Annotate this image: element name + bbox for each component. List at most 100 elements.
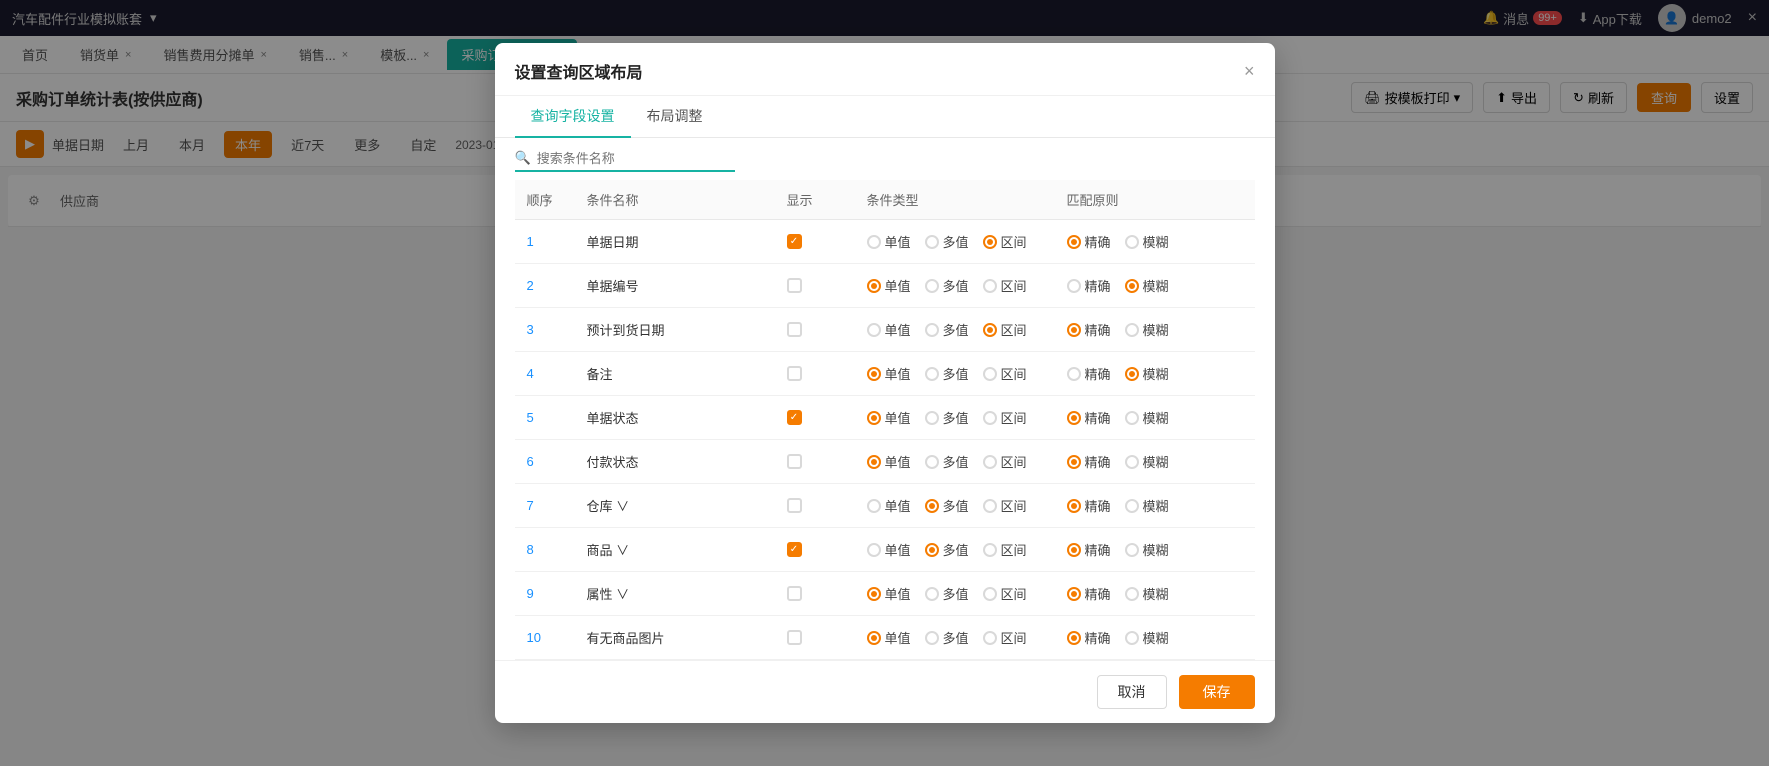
- type-radio-区间-7[interactable]: 区间: [983, 496, 1027, 515]
- type-radio-单值-9[interactable]: 单值: [867, 584, 911, 603]
- type-radio-区间-3[interactable]: 区间: [983, 320, 1027, 339]
- radio-label-单值: 单值: [885, 320, 911, 339]
- type-radio-多值-1[interactable]: 多值: [925, 232, 969, 251]
- row-display-3[interactable]: [775, 314, 855, 345]
- match-radio-精确-4[interactable]: 精确: [1067, 364, 1111, 383]
- save-btn[interactable]: 保存: [1179, 675, 1255, 709]
- radio-label-多值: 多值: [943, 320, 969, 339]
- match-radio-精确-7[interactable]: 精确: [1067, 496, 1111, 515]
- row-display-1[interactable]: ✓: [775, 226, 855, 257]
- row-display-2[interactable]: [775, 270, 855, 301]
- match-radio-模糊-7[interactable]: 模糊: [1125, 496, 1169, 515]
- checkbox-9[interactable]: [787, 586, 802, 601]
- type-radio-单值-1[interactable]: 单值: [867, 232, 911, 251]
- match-radio-精确-1[interactable]: 精确: [1067, 232, 1111, 251]
- checkbox-1[interactable]: ✓: [787, 234, 802, 249]
- radio-label-单值: 单值: [885, 232, 911, 251]
- row-display-4[interactable]: [775, 358, 855, 389]
- row-display-6[interactable]: [775, 446, 855, 477]
- match-radio-精确-8[interactable]: 精确: [1067, 540, 1111, 559]
- checkbox-10[interactable]: [787, 630, 802, 645]
- dialog-tab-query-fields[interactable]: 查询字段设置: [515, 96, 631, 138]
- type-radio-单值-4[interactable]: 单值: [867, 364, 911, 383]
- dialog-close-btn[interactable]: ×: [1244, 61, 1255, 82]
- type-radio-区间-4[interactable]: 区间: [983, 364, 1027, 383]
- type-radio-多值-5[interactable]: 多值: [925, 408, 969, 427]
- dialog-overlay[interactable]: 设置查询区域布局 × 查询字段设置 布局调整 🔍 顺序 条件名称 显示: [0, 0, 1769, 766]
- match-radio-精确-5[interactable]: 精确: [1067, 408, 1111, 427]
- match-radio-circle-模糊: [1125, 499, 1139, 513]
- type-radio-单值-5[interactable]: 单值: [867, 408, 911, 427]
- match-radio-模糊-8[interactable]: 模糊: [1125, 540, 1169, 559]
- checkbox-2[interactable]: [787, 278, 802, 293]
- row-display-7[interactable]: [775, 490, 855, 521]
- type-radio-多值-6[interactable]: 多值: [925, 452, 969, 471]
- type-radio-区间-2[interactable]: 区间: [983, 276, 1027, 295]
- type-radio-多值-7[interactable]: 多值: [925, 496, 969, 515]
- match-radio-circle-精确: [1067, 631, 1081, 645]
- type-radio-区间-8[interactable]: 区间: [983, 540, 1027, 559]
- match-radio-精确-9[interactable]: 精确: [1067, 584, 1111, 603]
- row-name-2: 单据编号: [575, 268, 775, 303]
- match-radio-模糊-4[interactable]: 模糊: [1125, 364, 1169, 383]
- radio-circle-单值: [867, 367, 881, 381]
- type-radio-单值-6[interactable]: 单值: [867, 452, 911, 471]
- radio-circle-多值: [925, 631, 939, 645]
- dialog-tab-layout[interactable]: 布局调整: [631, 96, 719, 138]
- row-order-6: 6: [515, 446, 575, 477]
- cancel-btn[interactable]: 取消: [1097, 675, 1167, 709]
- match-radio-label-模糊: 模糊: [1143, 232, 1169, 251]
- radio-label-区间: 区间: [1001, 320, 1027, 339]
- type-radio-区间-5[interactable]: 区间: [983, 408, 1027, 427]
- checkbox-7[interactable]: [787, 498, 802, 513]
- checkbox-8[interactable]: ✓: [787, 542, 802, 557]
- search-input[interactable]: [537, 151, 717, 166]
- table-row: 1单据日期✓单值多值区间精确模糊: [515, 220, 1255, 264]
- type-radio-单值-7[interactable]: 单值: [867, 496, 911, 515]
- match-radio-模糊-2[interactable]: 模糊: [1125, 276, 1169, 295]
- match-radio-精确-2[interactable]: 精确: [1067, 276, 1111, 295]
- match-radio-精确-10[interactable]: 精确: [1067, 628, 1111, 647]
- checkbox-3[interactable]: [787, 322, 802, 337]
- dialog-tab-layout-label: 布局调整: [647, 108, 703, 124]
- type-radio-单值-8[interactable]: 单值: [867, 540, 911, 559]
- row-display-10[interactable]: [775, 622, 855, 653]
- row-display-5[interactable]: ✓: [775, 402, 855, 433]
- type-radio-多值-9[interactable]: 多值: [925, 584, 969, 603]
- match-radio-模糊-10[interactable]: 模糊: [1125, 628, 1169, 647]
- match-radio-模糊-9[interactable]: 模糊: [1125, 584, 1169, 603]
- match-radio-label-精确: 精确: [1085, 540, 1111, 559]
- radio-circle-区间: [983, 631, 997, 645]
- checkbox-5[interactable]: ✓: [787, 410, 802, 425]
- type-radio-多值-4[interactable]: 多值: [925, 364, 969, 383]
- radio-label-多值: 多值: [943, 496, 969, 515]
- type-radio-多值-10[interactable]: 多值: [925, 628, 969, 647]
- type-radio-单值-3[interactable]: 单值: [867, 320, 911, 339]
- radio-label-区间: 区间: [1001, 364, 1027, 383]
- match-radio-label-精确: 精确: [1085, 628, 1111, 647]
- type-radio-多值-2[interactable]: 多值: [925, 276, 969, 295]
- match-radio-精确-3[interactable]: 精确: [1067, 320, 1111, 339]
- type-radio-区间-9[interactable]: 区间: [983, 584, 1027, 603]
- match-radio-模糊-1[interactable]: 模糊: [1125, 232, 1169, 251]
- row-match-3: 精确模糊: [1055, 312, 1255, 347]
- table-row: 6付款状态单值多值区间精确模糊: [515, 440, 1255, 484]
- match-radio-精确-6[interactable]: 精确: [1067, 452, 1111, 471]
- checkbox-6[interactable]: [787, 454, 802, 469]
- type-radio-区间-1[interactable]: 区间: [983, 232, 1027, 251]
- row-display-8[interactable]: ✓: [775, 534, 855, 565]
- type-radio-区间-10[interactable]: 区间: [983, 628, 1027, 647]
- type-radio-单值-10[interactable]: 单值: [867, 628, 911, 647]
- type-radio-单值-2[interactable]: 单值: [867, 276, 911, 295]
- match-radio-模糊-6[interactable]: 模糊: [1125, 452, 1169, 471]
- row-order-9: 9: [515, 578, 575, 609]
- row-display-9[interactable]: [775, 578, 855, 609]
- match-radio-模糊-3[interactable]: 模糊: [1125, 320, 1169, 339]
- checkbox-4[interactable]: [787, 366, 802, 381]
- type-radio-多值-3[interactable]: 多值: [925, 320, 969, 339]
- radio-label-单值: 单值: [885, 540, 911, 559]
- type-radio-多值-8[interactable]: 多值: [925, 540, 969, 559]
- dialog-table: 顺序 条件名称 显示 条件类型 匹配原则 1单据日期✓单值多值区间精确模糊2单据…: [495, 180, 1275, 660]
- match-radio-模糊-5[interactable]: 模糊: [1125, 408, 1169, 427]
- type-radio-区间-6[interactable]: 区间: [983, 452, 1027, 471]
